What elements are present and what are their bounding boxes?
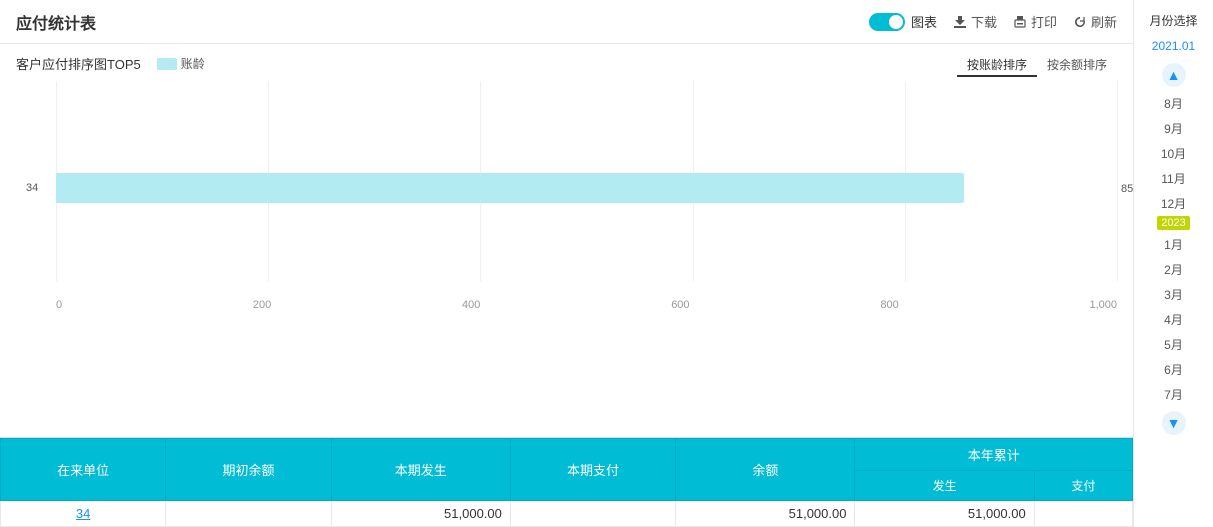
table-header-row: 在来单位 期初余额 本期发生 本期支付 余额 本年累计 [1,439,1133,471]
chart-sort-buttons: 按账龄排序 按余额排序 [957,54,1117,77]
page-title: 应付统计表 [16,10,96,34]
sidebar-month-8[interactable]: 8月 [1134,91,1213,116]
chart-legend: 客户应付排序图TOP5 账龄 [16,54,1117,73]
table-body: 34 51,000.00 51,000.00 51,000.00 [1,501,1133,527]
x-tick-0: 0 [56,299,62,311]
table-wrap: 在来单位 期初余额 本期发生 本期支付 余额 本年累计 发生 支付 [0,438,1133,527]
x-tick-400: 400 [462,299,480,311]
sort-by-balance-button[interactable]: 按余额排序 [1037,54,1117,77]
col-ytd: 本年累计 [855,439,1133,471]
col-balance: 余额 [676,439,855,501]
sidebar-month-6[interactable]: 6月 [1134,357,1213,382]
x-tick-1000: 1,000 [1089,299,1117,311]
cell-opening [166,501,331,527]
x-tick-800: 800 [880,299,898,311]
cell-ytd-pay [1034,501,1132,527]
col-opening: 期初余额 [166,439,331,501]
sidebar-month-2[interactable]: 2月 [1134,257,1213,282]
sidebar-month-4[interactable]: 4月 [1134,307,1213,332]
cell-unit: 34 [1,501,166,527]
sidebar-month-5[interactable]: 5月 [1134,332,1213,357]
download-button[interactable]: 下载 [953,12,997,31]
col-current-pay: 本期支付 [510,439,675,501]
chart-toggle[interactable] [869,13,905,31]
bar-y-label: 34 [26,182,38,194]
sidebar-month-11[interactable]: 11月 [1134,166,1213,191]
col-current-occ: 本期发生 [331,439,510,501]
sidebar-up-arrow[interactable]: ▲ [1162,63,1186,87]
chart-bar [56,173,964,203]
sort-by-aging-button[interactable]: 按账龄排序 [957,54,1037,77]
chart-section: 客户应付排序图TOP5 账龄 按账龄排序 按余额排序 [0,44,1133,437]
table-section: 在来单位 期初余额 本期发生 本期支付 余额 本年累计 发生 支付 [0,437,1133,527]
sidebar-title: 月份选择 [1134,8,1213,33]
sidebar-month-3[interactable]: 3月 [1134,282,1213,307]
sidebar-month-7[interactable]: 7月 [1134,382,1213,407]
sidebar-current-date[interactable]: 2021.01 [1148,37,1199,55]
sidebar-month-12[interactable]: 12月 [1134,191,1213,216]
chart-inner: 34 856天 0 200 400 600 800 1,000 [56,81,1117,311]
refresh-icon [1073,15,1087,29]
sidebar-month-9[interactable]: 9月 [1134,116,1213,141]
print-button[interactable]: 打印 [1013,12,1057,31]
header: 应付统计表 图表 下载 打印 刷新 [0,0,1133,44]
chart-toggle-wrap: 图表 [869,12,937,31]
sidebar-year-badge[interactable]: 2023 [1157,216,1189,230]
cell-balance: 51,000.00 [676,501,855,527]
col-ytd-pay: 支付 [1034,471,1132,501]
data-table: 在来单位 期初余额 本期发生 本期支付 余额 本年累计 发生 支付 [0,438,1133,527]
sidebar-month-1[interactable]: 1月 [1134,232,1213,257]
cell-current-occ: 51,000.00 [331,501,510,527]
cell-current-pay [510,501,675,527]
legend-aging-label: 账龄 [181,55,205,72]
col-unit: 在来单位 [1,439,166,501]
legend-title: 客户应付排序图TOP5 [16,54,141,73]
col-ytd-occ: 发生 [855,471,1034,501]
print-icon [1013,15,1027,29]
legend-color-aging [157,58,177,70]
sidebar: 月份选择 2021.01 ▲ 8月 9月 10月 11月 12月 2023 1月… [1133,0,1213,527]
bar-row-34: 34 856天 [56,173,1117,203]
sidebar-down-arrow[interactable]: ▼ [1162,411,1186,435]
table-row: 34 51,000.00 51,000.00 51,000.00 [1,501,1133,527]
header-actions: 图表 下载 打印 刷新 [869,12,1117,31]
x-axis: 0 200 400 600 800 1,000 [56,299,1117,311]
chart-wrap: 34 856天 0 200 400 600 800 1,000 [16,81,1117,341]
chart-toggle-label: 图表 [911,12,937,31]
unit-link[interactable]: 34 [76,506,90,521]
x-tick-200: 200 [253,299,271,311]
bar-value-label: 856天 [1121,180,1133,196]
sidebar-month-10[interactable]: 10月 [1134,141,1213,166]
download-icon [953,15,967,29]
cell-ytd-occ: 51,000.00 [855,501,1034,527]
x-tick-600: 600 [671,299,689,311]
legend-item-aging: 账龄 [157,55,205,72]
refresh-button[interactable]: 刷新 [1073,12,1117,31]
